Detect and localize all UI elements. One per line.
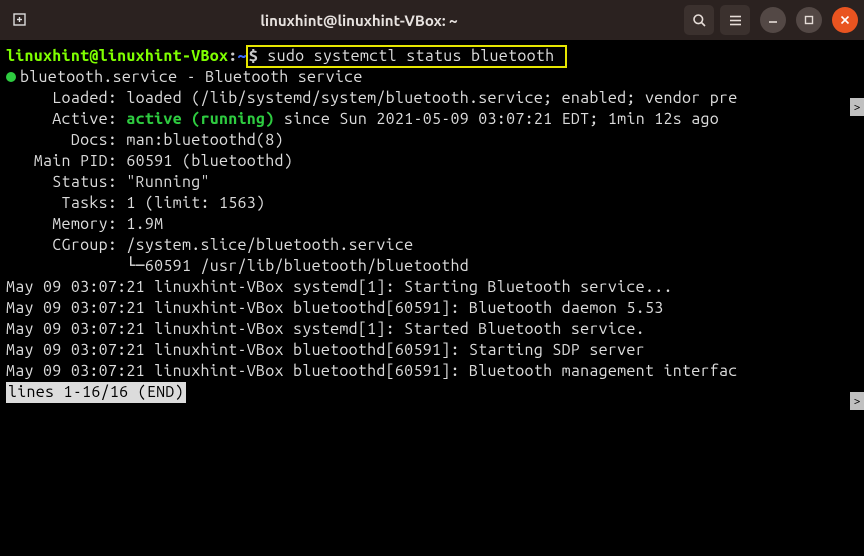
- loaded-value: loaded (/lib/systemd/system/bluetooth.se…: [126, 89, 737, 107]
- minimize-icon: [768, 15, 778, 25]
- prompt-user-host: linuxhint@linuxhint-VBox: [6, 47, 228, 65]
- hamburger-icon: [728, 13, 743, 28]
- tasks-line: Tasks: 1 (limit: 1563): [6, 193, 860, 214]
- status-line: Status: "Running": [6, 172, 860, 193]
- close-icon: [840, 15, 850, 25]
- cgroup-line: CGroup: /system.slice/bluetooth.service: [6, 235, 860, 256]
- new-tab-button[interactable]: [6, 6, 34, 34]
- prompt-line: linuxhint@linuxhint-VBox:~$ sudo systemc…: [6, 46, 860, 67]
- prompt-sep: :: [228, 47, 237, 65]
- log-line-3: May 09 03:07:21 linuxhint-VBox systemd[1…: [6, 319, 860, 340]
- terminal-content: linuxhint@linuxhint-VBox:~$ sudo systemc…: [6, 46, 860, 552]
- titlebar-right: [684, 5, 858, 35]
- new-tab-icon: [12, 12, 28, 28]
- close-button[interactable]: [832, 7, 858, 33]
- maximize-button[interactable]: [796, 7, 822, 33]
- search-button[interactable]: [684, 5, 714, 35]
- pager-line: lines 1-16/16 (END): [6, 382, 860, 403]
- status-dot-icon: [6, 72, 16, 82]
- cgroup-child-line: └─60591 /usr/lib/bluetooth/bluetoothd: [6, 256, 860, 277]
- memory-line: Memory: 1.9M: [6, 214, 860, 235]
- service-header-line: bluetooth.service - Bluetooth service: [6, 67, 860, 88]
- mainpid-line: Main PID: 60591 (bluetoothd): [6, 151, 860, 172]
- log-line-4: May 09 03:07:21 linuxhint-VBox bluetooth…: [6, 340, 860, 361]
- loaded-label: Loaded:: [6, 89, 126, 107]
- window-title: linuxhint@linuxhint-VBox: ~: [38, 12, 680, 29]
- active-line: Active: active (running) since Sun 2021-…: [6, 109, 860, 130]
- active-rest: since Sun 2021-05-09 03:07:21 EDT; 1min …: [275, 110, 719, 128]
- minimize-button[interactable]: [760, 7, 786, 33]
- log-line-1: May 09 03:07:21 linuxhint-VBox systemd[1…: [6, 277, 860, 298]
- terminal-area[interactable]: linuxhint@linuxhint-VBox:~$ sudo systemc…: [0, 40, 864, 556]
- menu-button[interactable]: [720, 5, 750, 35]
- prompt-symbol: $: [249, 47, 258, 65]
- search-icon: [692, 13, 707, 28]
- loaded-line: Loaded: loaded (/lib/systemd/system/blue…: [6, 88, 860, 109]
- scroll-right-indicator-1: >: [850, 98, 864, 116]
- pager-status: lines 1-16/16 (END): [6, 382, 186, 403]
- service-header: bluetooth.service - Bluetooth service: [20, 68, 363, 86]
- log-line-5: May 09 03:07:21 linuxhint-VBox bluetooth…: [6, 361, 860, 382]
- docs-line: Docs: man:bluetoothd(8): [6, 130, 860, 151]
- prompt-path: ~: [238, 47, 247, 65]
- active-label: Active:: [6, 110, 126, 128]
- log-line-2: May 09 03:07:21 linuxhint-VBox bluetooth…: [6, 298, 860, 319]
- maximize-icon: [804, 15, 814, 25]
- active-state: active (running): [126, 110, 274, 128]
- titlebar-left: [6, 6, 34, 34]
- chevron-right-icon: >: [854, 391, 861, 412]
- highlighted-command: $ sudo systemctl status bluetooth: [247, 46, 566, 67]
- titlebar: linuxhint@linuxhint-VBox: ~: [0, 0, 864, 40]
- chevron-right-icon: >: [854, 97, 861, 118]
- command-text: sudo systemctl status bluetooth: [258, 47, 564, 65]
- scroll-right-indicator-2: >: [850, 392, 864, 410]
